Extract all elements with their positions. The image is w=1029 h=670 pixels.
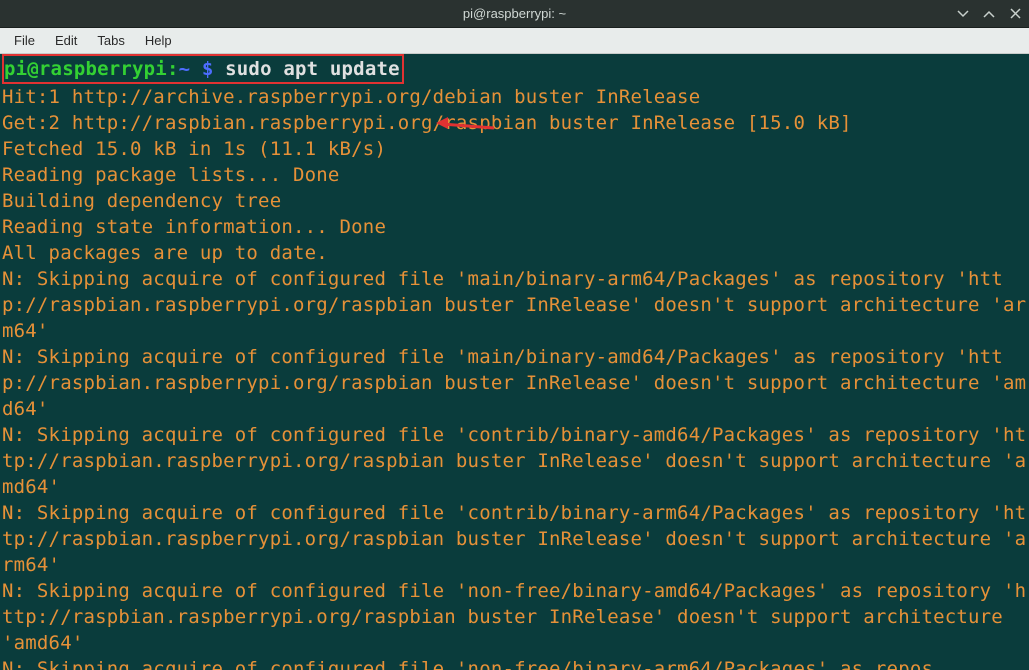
prompt-path: ~ [179, 58, 202, 80]
menu-help[interactable]: Help [137, 31, 180, 50]
minimize-button[interactable] [955, 6, 971, 22]
prompt-separator: : [167, 58, 179, 80]
output-line: Hit:1 http://archive.raspberrypi.org/deb… [2, 86, 700, 108]
maximize-button[interactable] [981, 6, 997, 22]
output-line: Get:2 http://raspbian.raspberrypi.org/ra… [2, 112, 852, 134]
close-button[interactable] [1007, 6, 1023, 22]
chevron-up-icon [983, 8, 995, 20]
prompt-symbol: $ [202, 58, 225, 80]
output-line: N: Skipping acquire of configured file '… [2, 268, 1026, 342]
window-titlebar: pi@raspberrypi: ~ [0, 0, 1029, 28]
output-line: N: Skipping acquire of configured file '… [2, 580, 1026, 654]
menu-file[interactable]: File [6, 31, 43, 50]
window-title: pi@raspberrypi: ~ [463, 6, 566, 21]
close-icon [1010, 8, 1021, 19]
menu-edit[interactable]: Edit [47, 31, 85, 50]
menubar: File Edit Tabs Help [0, 28, 1029, 54]
menu-tabs[interactable]: Tabs [89, 31, 132, 50]
output-line: N: Skipping acquire of configured file '… [2, 424, 1026, 498]
output-line: Building dependency tree [2, 190, 281, 212]
annotation-highlight-box: pi@raspberrypi:~ $ sudo apt update [2, 54, 404, 84]
output-line: Reading state information... Done [2, 216, 386, 238]
terminal-area[interactable]: pi@raspberrypi:~ $ sudo apt update Hit:1… [0, 54, 1029, 670]
output-line: N: Skipping acquire of configured file '… [2, 658, 933, 670]
prompt-line: pi@raspberrypi:~ $ sudo apt update [2, 54, 404, 84]
output-line: N: Skipping acquire of configured file '… [2, 346, 1026, 420]
output-line: All packages are up to date. [2, 242, 328, 264]
output-line: Fetched 15.0 kB in 1s (11.1 kB/s) [2, 138, 386, 160]
chevron-down-icon [957, 8, 969, 20]
window-controls [955, 0, 1023, 27]
prompt-user: pi@raspberrypi [4, 58, 167, 80]
prompt-command: sudo apt update [225, 58, 400, 80]
output-line: N: Skipping acquire of configured file '… [2, 502, 1026, 576]
output-line: Reading package lists... Done [2, 164, 340, 186]
terminal-wrap: pi@raspberrypi:~ $ sudo apt update Hit:1… [0, 54, 1029, 670]
